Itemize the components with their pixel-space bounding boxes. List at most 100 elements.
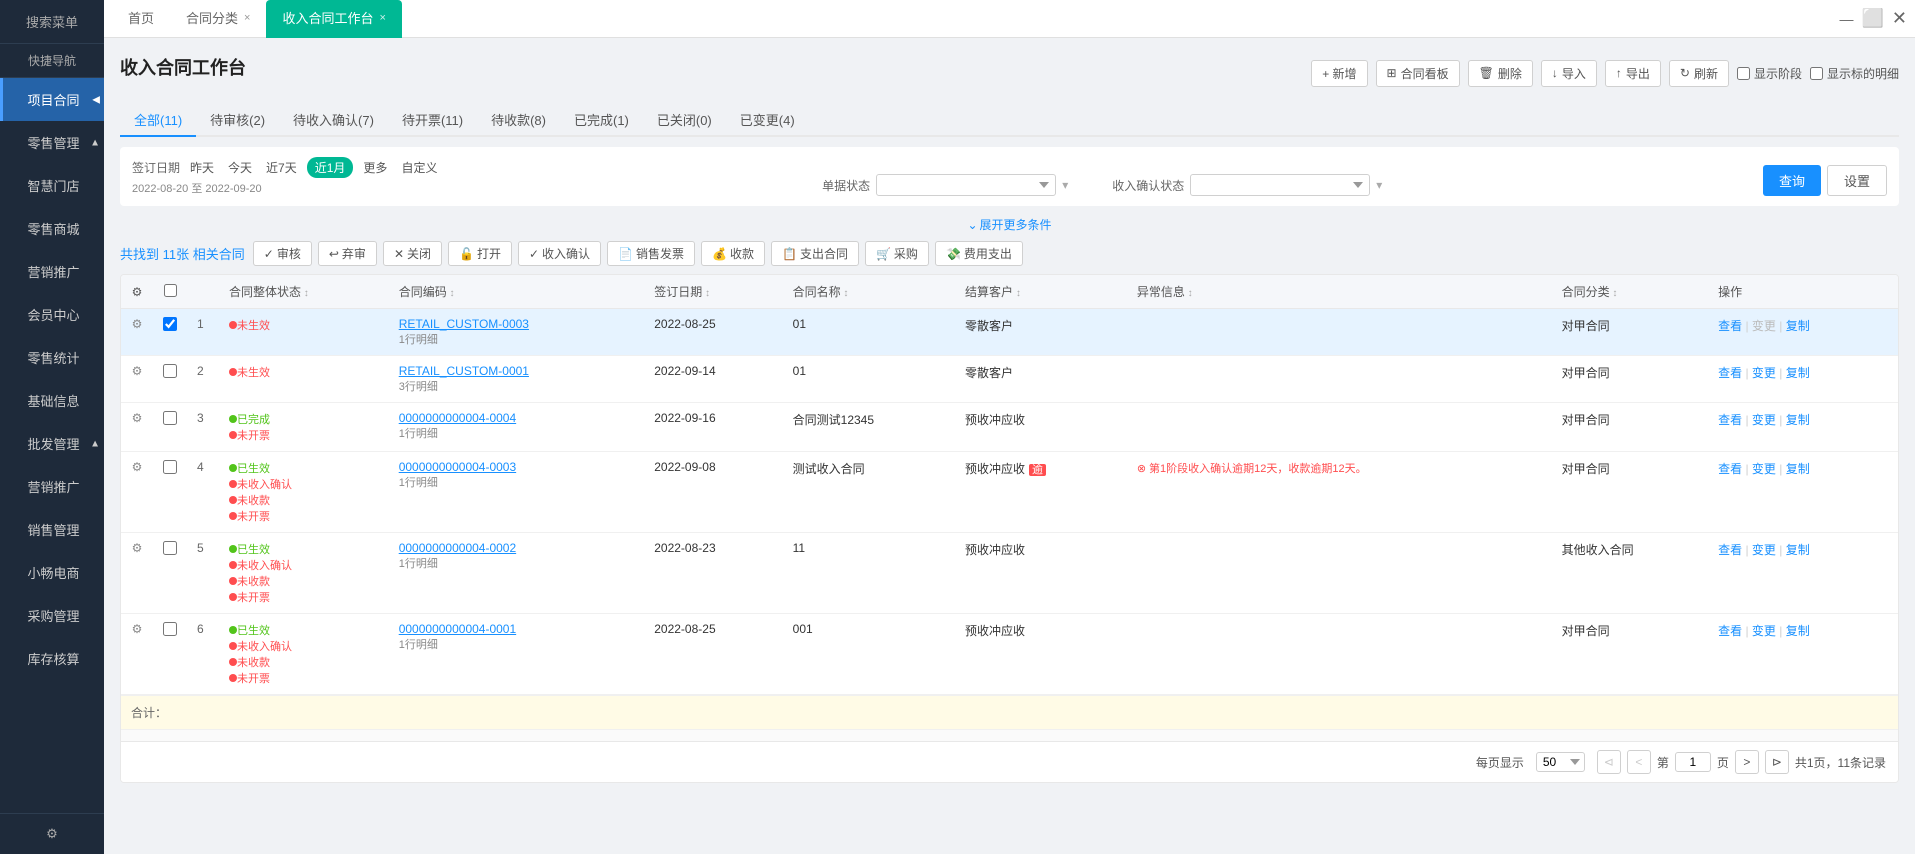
action-btn-abandon[interactable]: ↩弃审 [318, 241, 377, 266]
row-checkbox[interactable] [163, 460, 177, 474]
row-settings-icon[interactable]: ⚙ [132, 541, 143, 555]
op-btn-查看[interactable]: 查看 [1718, 543, 1742, 557]
export-button[interactable]: ↑ 导出 [1605, 60, 1661, 87]
col-overall-status[interactable]: 合同整体状态 [219, 275, 389, 309]
close-icon[interactable]: ✕ [1892, 8, 1907, 29]
col-contract-name[interactable]: 合同名称 [783, 275, 955, 309]
sidebar-item-project[interactable]: 项目合同◀ [0, 78, 104, 121]
delete-button[interactable]: 🗑 删除 [1468, 60, 1533, 87]
filter-tab-all[interactable]: 全部(11) [120, 104, 196, 137]
row-settings-icon[interactable]: ⚙ [132, 460, 143, 474]
query-button[interactable]: 查询 [1763, 165, 1821, 196]
row-checkbox[interactable] [163, 364, 177, 378]
row-checkbox[interactable] [163, 411, 177, 425]
refresh-button[interactable]: ↻ 刷新 [1669, 60, 1729, 87]
first-page-button[interactable]: ⊲ [1597, 750, 1621, 774]
sidebar-item-marketing2[interactable]: 营销推广 [0, 465, 104, 508]
filter-tab-pending-income-confirm[interactable]: 待收入确认(7) [279, 104, 388, 137]
op-btn-查看[interactable]: 查看 [1718, 366, 1742, 380]
op-btn-变更[interactable]: 变更 [1752, 624, 1776, 638]
contract-code-link[interactable]: RETAIL_CUSTOM-0003 [399, 317, 529, 331]
row-checkbox[interactable] [163, 622, 177, 636]
dashboard-button[interactable]: ⊞ 合同看板 [1376, 60, 1460, 87]
filter-tab-completed[interactable]: 已完成(1) [560, 104, 643, 137]
sidebar-item-marketing[interactable]: 营销推广 [0, 250, 104, 293]
op-btn-变更[interactable]: 变更 [1752, 319, 1776, 333]
col-sign-date[interactable]: 签订日期 [644, 275, 782, 309]
sidebar-item-purchase[interactable]: 采购管理 [0, 594, 104, 637]
add-button[interactable]: + 新增 [1311, 60, 1367, 87]
sidebar-item-retail-mgmt[interactable]: 零售管理▲ [0, 121, 104, 164]
settings-button[interactable]: 设置 [1827, 165, 1887, 196]
op-btn-复制[interactable]: 复制 [1786, 543, 1810, 557]
op-btn-复制[interactable]: 复制 [1786, 462, 1810, 476]
op-btn-查看[interactable]: 查看 [1718, 462, 1742, 476]
op-btn-复制[interactable]: 复制 [1786, 624, 1810, 638]
row-settings-icon[interactable]: ⚙ [132, 317, 143, 331]
action-btn-expense-out[interactable]: 💸费用支出 [935, 241, 1023, 266]
op-btn-查看[interactable]: 查看 [1718, 319, 1742, 333]
action-btn-purchase[interactable]: 🛒采购 [865, 241, 929, 266]
prev-page-button[interactable]: < [1627, 750, 1651, 774]
sidebar-item-sales-mgmt[interactable]: 销售管理 [0, 508, 104, 551]
contract-code-link[interactable]: RETAIL_CUSTOM-0001 [399, 364, 529, 378]
tab-close-icon[interactable]: × [244, 12, 250, 24]
op-btn-查看[interactable]: 查看 [1718, 624, 1742, 638]
select-all-checkbox[interactable] [164, 284, 177, 297]
sidebar-item-inventory[interactable]: 库存核算 [0, 637, 104, 680]
sidebar-settings-icon[interactable]: ⚙ [0, 813, 104, 854]
show-stages-checkbox[interactable]: 显示阶段 [1737, 65, 1802, 82]
col-settlement-client[interactable]: 结算客户 [955, 275, 1127, 309]
action-btn-close[interactable]: ✕关闭 [383, 241, 442, 266]
op-btn-变更[interactable]: 变更 [1752, 543, 1776, 557]
table-scrollbar[interactable] [121, 729, 1898, 741]
doc-status-select[interactable] [876, 174, 1056, 196]
action-btn-sales-invoice[interactable]: 📄销售发票 [607, 241, 695, 266]
row-checkbox[interactable] [163, 317, 177, 331]
sidebar-item-retail-mall[interactable]: 零售商城 [0, 207, 104, 250]
row-settings-icon[interactable]: ⚙ [132, 364, 143, 378]
import-button[interactable]: ↓ 导入 [1541, 60, 1597, 87]
op-btn-变更[interactable]: 变更 [1752, 413, 1776, 427]
page-input[interactable] [1675, 752, 1711, 772]
col-settings[interactable]: ⚙ [121, 275, 153, 309]
op-btn-复制[interactable]: 复制 [1786, 366, 1810, 380]
date-opt-today[interactable]: 今天 [224, 157, 256, 178]
action-btn-expense-contract[interactable]: 📋支出合同 [771, 241, 859, 266]
date-opt-more[interactable]: 更多 [359, 157, 391, 178]
tab-income-workbench[interactable]: 收入合同工作台× [266, 0, 401, 38]
filter-tab-closed[interactable]: 已关闭(0) [643, 104, 726, 137]
op-btn-变更[interactable]: 变更 [1752, 366, 1776, 380]
row-checkbox[interactable] [163, 541, 177, 555]
row-settings-icon[interactable]: ⚙ [132, 411, 143, 425]
tab-home[interactable]: 首页 [112, 0, 170, 38]
sidebar-item-member[interactable]: 会员中心 [0, 293, 104, 336]
contract-code-link[interactable]: 0000000000004-0003 [399, 460, 516, 474]
action-btn-open[interactable]: 🔓打开 [448, 241, 512, 266]
sidebar-item-retail-stats[interactable]: 零售统计 [0, 336, 104, 379]
action-btn-income-confirm[interactable]: ✓收入确认 [518, 241, 601, 266]
tab-close-icon[interactable]: × [379, 12, 385, 24]
contract-code-link[interactable]: 0000000000004-0002 [399, 541, 516, 555]
next-page-button[interactable]: > [1735, 750, 1759, 774]
income-confirm-select[interactable] [1190, 174, 1370, 196]
op-btn-复制[interactable]: 复制 [1786, 413, 1810, 427]
filter-tab-changed[interactable]: 已变更(4) [726, 104, 809, 137]
sidebar-item-smart-store[interactable]: 智慧门店 [0, 164, 104, 207]
filter-tab-pending-invoice[interactable]: 待开票(11) [388, 104, 477, 137]
minimize-icon[interactable]: — [1839, 11, 1853, 27]
op-btn-变更[interactable]: 变更 [1752, 462, 1776, 476]
last-page-button[interactable]: ⊳ [1765, 750, 1789, 774]
expand-conditions-button[interactable]: ⌄ 展开更多条件 [967, 216, 1051, 233]
col-abnormal-info[interactable]: 异常信息 [1127, 275, 1552, 309]
filter-tab-pending-collection[interactable]: 待收款(8) [477, 104, 560, 137]
show-details-checkbox[interactable]: 显示标的明细 [1810, 65, 1899, 82]
date-opt-yesterday[interactable]: 昨天 [186, 157, 218, 178]
tab-contract-category[interactable]: 合同分类× [170, 0, 266, 38]
date-opt-last1month[interactable]: 近1月 [307, 157, 354, 178]
contract-code-link[interactable]: 0000000000004-0001 [399, 622, 516, 636]
sidebar-item-xiaochangec[interactable]: 小畅电商 [0, 551, 104, 594]
date-opt-custom[interactable]: 自定义 [397, 157, 441, 178]
action-btn-review[interactable]: ✓审核 [253, 241, 312, 266]
action-btn-collection[interactable]: 💰收款 [701, 241, 765, 266]
